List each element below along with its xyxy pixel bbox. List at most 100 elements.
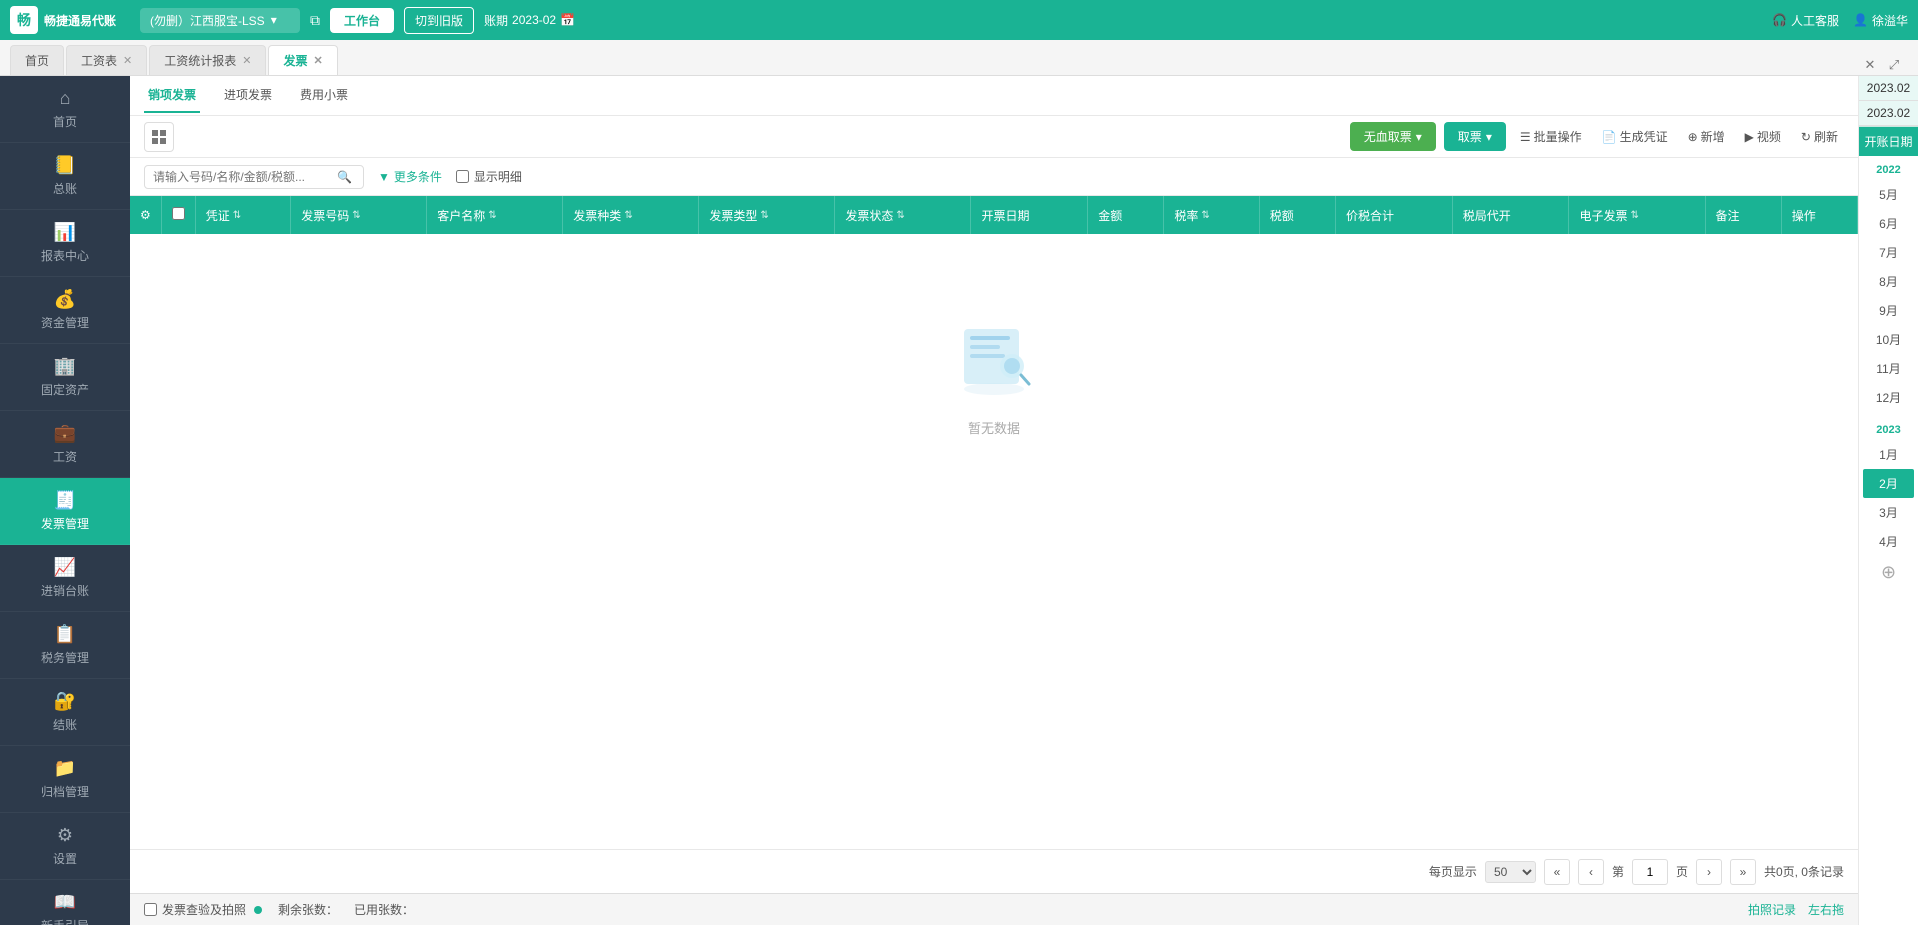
th-invoice-type[interactable]: 发票种类⇅ [563,196,699,234]
first-page-button[interactable]: « [1544,859,1570,885]
more-conditions-button[interactable]: ▼ 更多条件 [378,168,442,185]
calendar-icon[interactable]: 📅 [560,13,575,27]
th-tax-rate[interactable]: 税率⇅ [1164,196,1259,234]
sidebar-item-reports[interactable]: 📊 报表中心 [0,210,130,277]
open-date-header[interactable]: 开账日期 [1859,127,1918,156]
th-amount[interactable]: 金额 [1088,196,1164,234]
sidebar-salary-label: 工资 [53,448,77,465]
get-invoice-button[interactable]: 取票 ▾ [1444,122,1506,151]
select-all-checkbox[interactable] [172,207,185,220]
th-customer[interactable]: 客户名称⇅ [427,196,563,234]
customer-service[interactable]: 🎧 人工客服 [1772,12,1839,29]
th-tax-code[interactable]: 税局代开 [1452,196,1569,234]
table-container: ⚙ 凭证⇅ 发票号码⇅ 客户名称⇅ 发票种类⇅ 发票类型⇅ 发票状态⇅ 开票日期… [130,196,1858,849]
sidebar-item-newbie[interactable]: 📖 新手引导 [0,880,130,925]
chevron-down-icon-teal: ▾ [1486,130,1492,144]
th-invoice-status[interactable]: 发票状态⇅ [835,196,971,234]
sidebar-item-home[interactable]: ⌂ 首页 [0,76,130,143]
sub-tab-expense-receipt[interactable]: 费用小票 [296,78,352,113]
scroll-down-icon[interactable]: ⊕ [1859,556,1918,589]
sub-tab-sales-invoice[interactable]: 销项发票 [144,78,200,113]
user-avatar[interactable]: 👤 徐溢华 [1853,12,1908,29]
sub-tabs: 销项发票 进项发票 费用小票 [130,76,1858,116]
month-2022-10[interactable]: 10月 [1859,325,1918,354]
tab-invoice[interactable]: 发票 ✕ [268,45,337,75]
filter-row: 🔍 ▼ 更多条件 显示明细 [130,158,1858,196]
month-2022-7[interactable]: 7月 [1859,238,1918,267]
workbench-button[interactable]: 工作台 [330,8,394,33]
th-invoice-category[interactable]: 发票类型⇅ [699,196,835,234]
page-number-input[interactable] [1632,859,1668,885]
th-action[interactable]: 操作 [1781,196,1857,234]
no-invoice-button[interactable]: 无血取票 ▾ [1350,122,1436,151]
sub-tab-purchase-invoice[interactable]: 进项发票 [220,78,276,113]
sidebar-item-assets[interactable]: 🏢 固定资产 [0,344,130,411]
period-info: 账期 2023-02 📅 [484,12,575,29]
th-tax[interactable]: 税额 [1259,196,1335,234]
sidebar-item-archive[interactable]: 📁 归档管理 [0,746,130,813]
th-voucher[interactable]: 凭证⇅ [195,196,290,234]
empty-state: 暂无数据 [130,234,1858,517]
invoice-check-label[interactable]: 发票查验及拍照 [144,901,262,918]
new-button[interactable]: ⊕ 新增 [1682,123,1731,150]
month-2023-1[interactable]: 1月 [1859,440,1918,469]
sidebar-item-closing[interactable]: 🔐 结账 [0,679,130,746]
month-2022-6[interactable]: 6月 [1859,209,1918,238]
tab-salary-report[interactable]: 工资统计报表 ✕ [149,45,266,75]
sidebar-item-funds[interactable]: 💰 资金管理 [0,277,130,344]
month-2023-2[interactable]: 2月 [1863,469,1914,498]
tab-close-salary[interactable]: ✕ [123,54,132,67]
batch-ops-button[interactable]: ☰ 批量操作 [1514,123,1588,150]
sidebar-item-sales[interactable]: 📈 进销台账 [0,545,130,612]
show-detail-checkbox-label[interactable]: 显示明细 [456,168,522,185]
home-tab-label: 首页 [25,52,49,69]
th-open-date[interactable]: 开票日期 [971,196,1088,234]
month-2022-5[interactable]: 5月 [1859,180,1918,209]
search-icon[interactable]: 🔍 [337,170,352,184]
copy-icon[interactable]: ⧉ [310,12,320,29]
plus-icon: ⊕ [1688,130,1698,144]
month-2022-11[interactable]: 11月 [1859,354,1918,383]
generate-voucher-button[interactable]: 📄 生成凭证 [1596,123,1674,150]
th-check[interactable] [161,196,195,234]
import-link[interactable]: 拍照记录 [1748,901,1796,918]
close-panel-button[interactable]: ✕ [1860,55,1880,75]
refresh-button[interactable]: ↻ 刷新 [1795,123,1844,150]
page-size-select[interactable]: 50 10 20 100 [1485,861,1536,883]
tab-salary[interactable]: 工资表 ✕ [66,45,147,75]
expand-panel-button[interactable]: ⤢ [1884,55,1904,75]
prev-page-button[interactable]: ‹ [1578,859,1604,885]
tab-close-salary-report[interactable]: ✕ [242,54,251,67]
sidebar-item-salary[interactable]: 💼 工资 [0,411,130,478]
last-page-button[interactable]: » [1730,859,1756,885]
tab-close-invoice[interactable]: ✕ [314,54,323,67]
sidebar-item-ledger[interactable]: 📒 总账 [0,143,130,210]
show-detail-checkbox[interactable] [456,170,469,183]
tab-home[interactable]: 首页 [10,45,64,75]
th-remark[interactable]: 备注 [1705,196,1781,234]
month-2023-3[interactable]: 3月 [1859,498,1918,527]
th-settings[interactable]: ⚙ [130,196,161,234]
old-version-button[interactable]: 切到旧版 [404,7,474,34]
next-page-button[interactable]: › [1696,859,1722,885]
month-2022-9[interactable]: 9月 [1859,296,1918,325]
reports-icon: 📊 [54,222,76,243]
month-2022-12[interactable]: 12月 [1859,383,1918,412]
grid-view-button[interactable] [144,122,174,152]
th-invoice-no[interactable]: 发票号码⇅ [291,196,427,234]
video-icon: ▶ [1745,130,1754,144]
period-value: 2023-02 [512,13,556,27]
sidebar-item-settings[interactable]: ⚙ 设置 [0,813,130,880]
search-input[interactable] [153,170,333,184]
company-selector[interactable]: (勿删）江西服宝-LSS ▾ [140,8,300,33]
th-e-invoice[interactable]: 电子发票⇅ [1569,196,1705,234]
sidebar-item-tax[interactable]: 📋 税务管理 [0,612,130,679]
invoice-tab-label: 发票 [283,52,307,69]
video-button[interactable]: ▶ 视频 [1739,123,1787,150]
invoice-check-checkbox[interactable] [144,903,157,916]
sidebar-item-invoice[interactable]: 🧾 发票管理 [0,478,130,545]
export-link[interactable]: 左右拖 [1808,901,1844,918]
month-2023-4[interactable]: 4月 [1859,527,1918,556]
th-total[interactable]: 价税合计 [1335,196,1452,234]
month-2022-8[interactable]: 8月 [1859,267,1918,296]
